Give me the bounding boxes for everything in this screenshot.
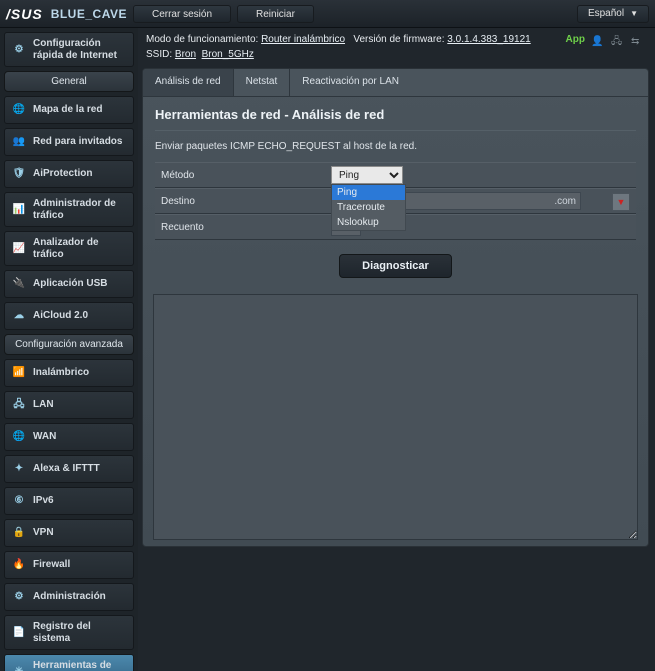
row-method: Método Ping Ping Traceroute Nslookup	[155, 162, 636, 188]
sidebar-item-label: Herramientas de red	[33, 660, 127, 671]
chart-icon: 📈	[11, 241, 27, 257]
usb-icon: 🔌	[11, 276, 27, 292]
sidebar-item-network-map[interactable]: 🌐 Mapa de la red	[4, 96, 134, 124]
tools-icon: ✳	[11, 664, 27, 671]
sidebar-item-label: Configuración rápida de Internet	[33, 38, 127, 61]
sidebar-item-label: Mapa de la red	[33, 104, 102, 116]
gauge-icon: 📊	[11, 202, 27, 218]
language-selector[interactable]: Español ▼	[577, 5, 649, 23]
model-name: BLUE_CAVE	[51, 7, 127, 21]
tab-bar: Análisis de red Netstat Reactivación por…	[143, 69, 648, 97]
method-option-ping[interactable]: Ping	[332, 185, 405, 200]
sidebar-item-label: Red para invitados	[33, 136, 122, 148]
sidebar-item-wireless[interactable]: 📶 Inalámbrico	[4, 359, 134, 387]
sidebar-item-label: Aplicación USB	[33, 278, 107, 290]
sidebar-item-ipv6[interactable]: ⑥ IPv6	[4, 487, 134, 515]
sidebar-item-firewall[interactable]: 🔥 Firewall	[4, 551, 134, 579]
sidebar-item-label: Administración	[33, 591, 106, 603]
chevron-down-icon: ▼	[630, 9, 638, 18]
sidebar-item-label: IPv6	[33, 495, 54, 507]
sidebar-item-label: Alexa & IFTTT	[33, 463, 100, 475]
sidebar-item-alexa-ifttt[interactable]: ✦ Alexa & IFTTT	[4, 455, 134, 483]
sidebar-item-label: Firewall	[33, 559, 70, 571]
mode-label: Modo de funcionamiento:	[146, 34, 258, 45]
sidebar-item-aiprotection[interactable]: 🛡 AiProtection	[4, 160, 134, 188]
ssid-label: SSID:	[146, 49, 172, 60]
sidebar-item-label: WAN	[33, 431, 56, 443]
fw-link[interactable]: 3.0.1.4.383_19121	[447, 34, 530, 45]
tab-wol[interactable]: Reactivación por LAN	[289, 69, 411, 96]
sidebar-item-label: AiCloud 2.0	[33, 310, 88, 322]
sidebar-item-label: VPN	[33, 527, 54, 539]
method-option-traceroute[interactable]: Traceroute	[332, 200, 405, 215]
sidebar-header-general: General	[4, 71, 134, 92]
sidebar-item-usb-app[interactable]: 🔌 Aplicación USB	[4, 270, 134, 298]
sidebar-item-wan[interactable]: 🌐 WAN	[4, 423, 134, 451]
sidebar-item-traffic-analyzer[interactable]: 📈 Analizador de tráfico	[4, 231, 134, 266]
mode-link[interactable]: Router inalámbrico	[261, 34, 345, 45]
sidebar-item-label: Registro del sistema	[33, 621, 127, 644]
ipv6-icon: ⑥	[11, 493, 27, 509]
firewall-icon: 🔥	[11, 557, 27, 573]
fw-label: Versión de firmware:	[353, 34, 444, 45]
admin-icon: ⚙	[11, 589, 27, 605]
brand-logo: /SUS	[6, 6, 43, 22]
app-link[interactable]: App	[566, 32, 585, 47]
page-title: Herramientas de red - Análisis de red	[155, 107, 636, 131]
sidebar-item-label: Analizador de tráfico	[33, 237, 127, 260]
destination-label: Destino	[155, 196, 325, 207]
lan-icon: 🖧	[11, 397, 27, 413]
language-label: Español	[588, 8, 624, 19]
count-label: Recuento	[155, 222, 325, 233]
method-label: Método	[155, 170, 325, 181]
wan-icon: 🌐	[11, 429, 27, 445]
method-select[interactable]: Ping	[331, 166, 403, 184]
destination-dropdown-button[interactable]: ▼	[612, 193, 630, 211]
ssid-link-1[interactable]: Bron	[175, 49, 196, 60]
sidebar-item-lan[interactable]: 🖧 LAN	[4, 391, 134, 419]
sidebar-header-advanced: Configuración avanzada	[4, 334, 134, 355]
guest-icon: 👥	[11, 134, 27, 150]
sidebar-item-traffic-manager[interactable]: 📊 Administrador de tráfico	[4, 192, 134, 227]
sidebar-item-vpn[interactable]: 🔒 VPN	[4, 519, 134, 547]
refresh-icon[interactable]: 🖧	[611, 34, 625, 46]
tab-netstat[interactable]: Netstat	[233, 69, 290, 96]
users-icon[interactable]: 👤	[591, 34, 605, 46]
usb-tray-icon[interactable]: ⇆	[631, 34, 645, 46]
sidebar: ⚙ Configuración rápida de Internet Gener…	[0, 28, 138, 671]
info-bar: Modo de funcionamiento: Router inalámbri…	[142, 28, 649, 64]
tab-network-analysis[interactable]: Análisis de red	[143, 69, 233, 96]
logout-button[interactable]: Cerrar sesión	[133, 5, 231, 23]
globe-gear-icon: ⚙	[11, 42, 27, 58]
content-panel: Análisis de red Netstat Reactivación por…	[142, 68, 649, 547]
topbar: /SUS BLUE_CAVE Cerrar sesión Reiniciar E…	[0, 0, 655, 28]
diagnose-button[interactable]: Diagnosticar	[339, 254, 452, 278]
sidebar-item-network-tools[interactable]: ✳ Herramientas de red	[4, 654, 134, 671]
main-content: Modo de funcionamiento: Router inalámbri…	[138, 28, 655, 671]
alexa-icon: ✦	[11, 461, 27, 477]
shield-icon: 🛡	[11, 166, 27, 182]
cloud-icon: ☁	[11, 308, 27, 324]
sidebar-item-guest-network[interactable]: 👥 Red para invitados	[4, 128, 134, 156]
sidebar-item-label: Administrador de tráfico	[33, 198, 127, 221]
method-dropdown-list: Ping Traceroute Nslookup	[331, 184, 406, 231]
page-description: Enviar paquetes ICMP ECHO_REQUEST al hos…	[155, 141, 636, 152]
sidebar-item-label: LAN	[33, 399, 54, 411]
output-textarea[interactable]	[153, 294, 638, 540]
sidebar-item-label: AiProtection	[33, 168, 92, 180]
sidebar-item-label: Inalámbrico	[33, 367, 89, 379]
sidebar-item-system-log[interactable]: 📄 Registro del sistema	[4, 615, 134, 650]
sidebar-item-administration[interactable]: ⚙ Administración	[4, 583, 134, 611]
globe-icon: 🌐	[11, 102, 27, 118]
sidebar-item-aicloud[interactable]: ☁ AiCloud 2.0	[4, 302, 134, 330]
sidebar-item-quick-setup[interactable]: ⚙ Configuración rápida de Internet	[4, 32, 134, 67]
wifi-icon: 📶	[11, 365, 27, 381]
vpn-icon: 🔒	[11, 525, 27, 541]
ssid-link-2[interactable]: Bron_5GHz	[202, 49, 254, 60]
method-option-nslookup[interactable]: Nslookup	[332, 215, 405, 230]
reboot-button[interactable]: Reiniciar	[237, 5, 314, 23]
log-icon: 📄	[11, 625, 27, 641]
